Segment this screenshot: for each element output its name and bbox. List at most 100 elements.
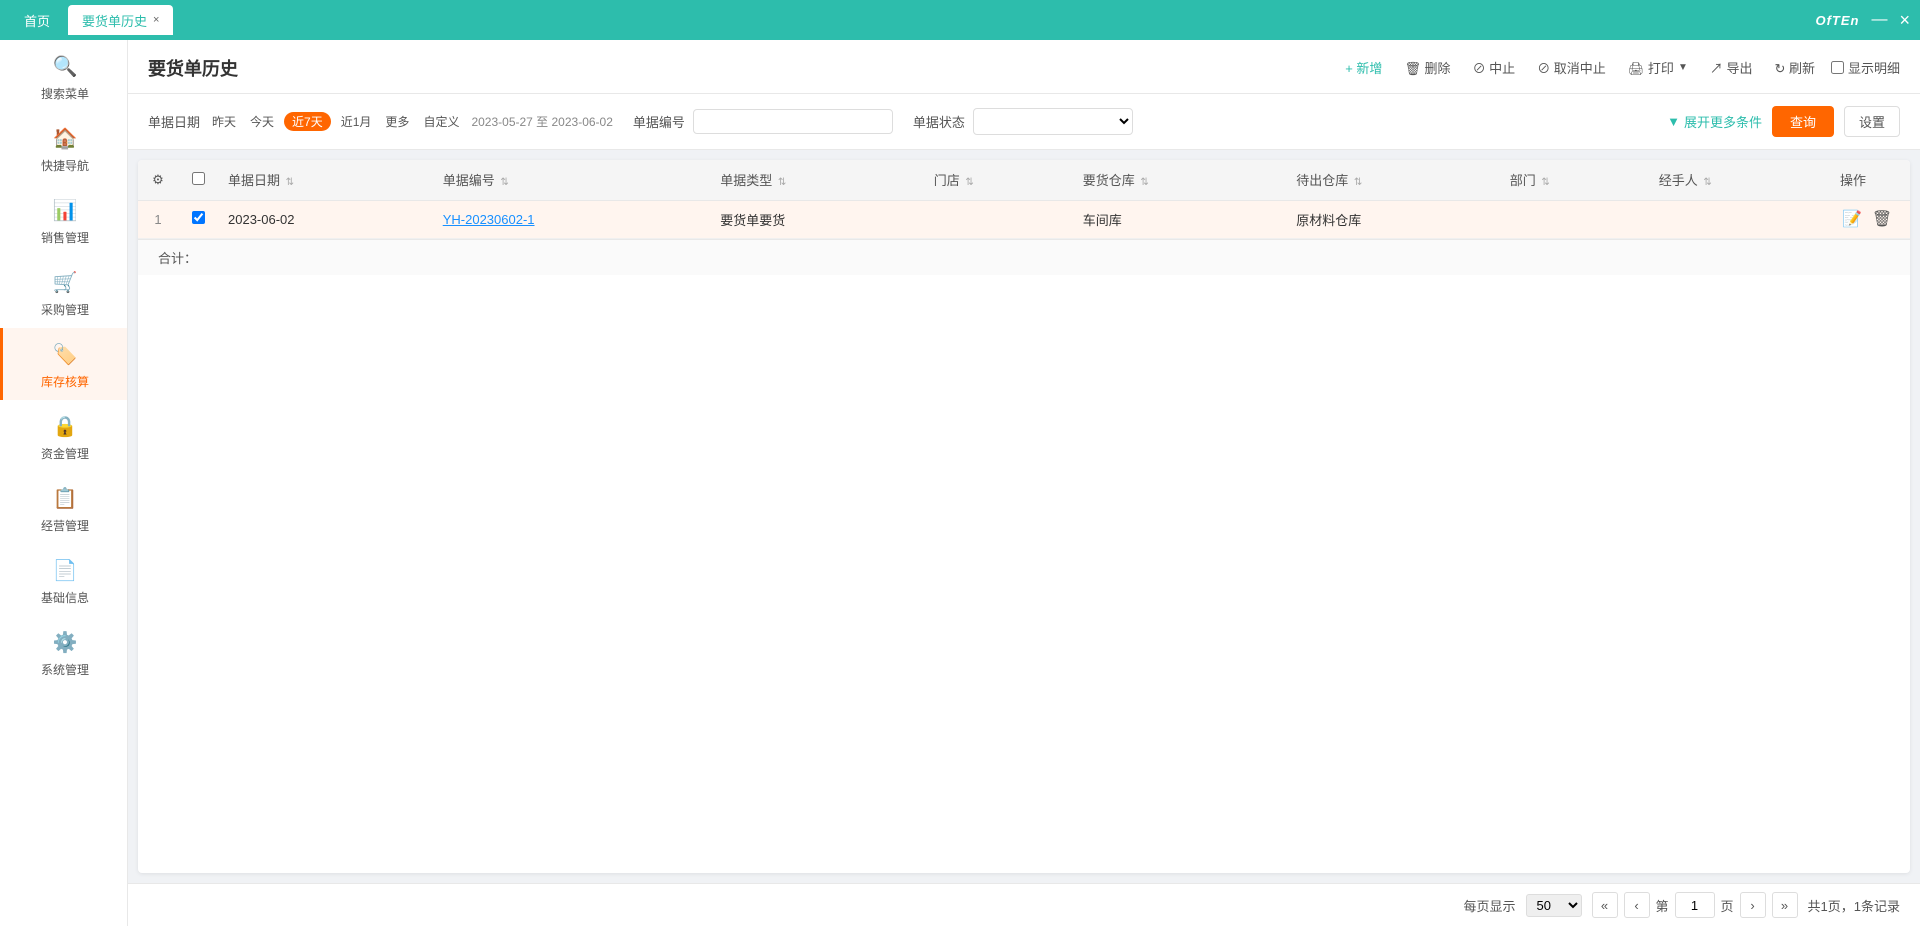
sidebar-item-inventory[interactable]: 🏷️ 库存核算 bbox=[0, 328, 127, 400]
per-page-select[interactable]: 20 50 100 bbox=[1526, 894, 1582, 917]
date-btn-7days[interactable]: 近7天 bbox=[284, 112, 331, 131]
page-label: 第 bbox=[1656, 896, 1669, 915]
filter-row: 单据日期 昨天 今天 近7天 近1月 更多 自定义 2023-05-27 至 2… bbox=[148, 106, 1900, 137]
content-area: 要货单历史 + 新增 🗑 删除 ⊘ 中止 ⊘ 取消中止 🖨 打印 ▼ ↗ 导出 … bbox=[128, 40, 1920, 926]
date-btn-custom[interactable]: 自定义 bbox=[419, 112, 463, 131]
page-nav: « ‹ 第 页 › » bbox=[1592, 892, 1798, 918]
sidebar-item-search[interactable]: 🔍 搜索菜单 bbox=[0, 40, 127, 112]
print-dropdown-icon[interactable]: ▼ bbox=[1678, 62, 1688, 73]
finance-icon: 🔒 bbox=[53, 414, 78, 439]
sidebar-item-sales[interactable]: 📊 销售管理 bbox=[0, 184, 127, 256]
prev-page-button[interactable]: ‹ bbox=[1624, 892, 1650, 918]
col-dept[interactable]: 部门 ⇅ bbox=[1500, 160, 1649, 200]
sidebar-item-quick[interactable]: 🏠 快捷导航 bbox=[0, 112, 127, 184]
row-billno[interactable]: YH-20230602-1 bbox=[433, 200, 711, 238]
first-page-button[interactable]: « bbox=[1592, 892, 1618, 918]
expand-label: 展开更多条件 bbox=[1684, 112, 1762, 131]
col-settings[interactable]: ⚙ bbox=[138, 160, 178, 200]
table-body: 1 2023-06-02 YH-20230602-1 要货单要货 车间库 原材料… bbox=[138, 200, 1910, 238]
col-date[interactable]: 单据日期 ⇅ bbox=[218, 160, 433, 200]
row-checkbox-cell bbox=[178, 200, 218, 238]
sidebar: 🔍 搜索菜单 🏠 快捷导航 📊 销售管理 🛒 采购管理 🏷️ 库存核算 🔒 资金… bbox=[0, 40, 128, 926]
next-page-button[interactable]: › bbox=[1740, 892, 1766, 918]
page-title: 要货单历史 bbox=[148, 55, 238, 81]
table-row[interactable]: 1 2023-06-02 YH-20230602-1 要货单要货 车间库 原材料… bbox=[138, 200, 1910, 238]
sidebar-item-system[interactable]: ⚙️ 系统管理 bbox=[0, 616, 127, 688]
col-req-warehouse[interactable]: 要货仓库 ⇅ bbox=[1073, 160, 1287, 200]
top-bar: 首页 要货单历史 × OfTEn — × bbox=[0, 0, 1920, 40]
query-button[interactable]: 查询 bbox=[1772, 106, 1834, 137]
tab-history[interactable]: 要货单历史 × bbox=[68, 5, 173, 35]
export-button[interactable]: ↗ 导出 bbox=[1704, 54, 1759, 81]
main-layout: 🔍 搜索菜单 🏠 快捷导航 📊 销售管理 🛒 采购管理 🏷️ 库存核算 🔒 资金… bbox=[0, 40, 1920, 926]
page-input[interactable] bbox=[1675, 892, 1715, 918]
tab-home[interactable]: 首页 bbox=[10, 5, 64, 35]
home-icon: 🏠 bbox=[53, 126, 78, 151]
date-btn-yesterday[interactable]: 昨天 bbox=[208, 112, 240, 131]
col-billno[interactable]: 单据编号 ⇅ bbox=[433, 160, 711, 200]
date-sort-icon: ⇅ bbox=[286, 177, 294, 188]
expand-filter-button[interactable]: ▼ 展开更多条件 bbox=[1667, 112, 1762, 131]
expand-icon: ▼ bbox=[1667, 114, 1680, 129]
sidebar-label-quick: 快捷导航 bbox=[41, 157, 89, 174]
delete-button[interactable]: 🗑 删除 bbox=[1398, 54, 1456, 81]
close-btn[interactable]: × bbox=[1899, 10, 1910, 31]
sidebar-label-search: 搜索菜单 bbox=[41, 85, 89, 102]
purchase-icon: 🛒 bbox=[53, 270, 78, 295]
print-button[interactable]: 🖨 打印 ▼ bbox=[1622, 54, 1694, 81]
row-date: 2023-06-02 bbox=[218, 200, 433, 238]
edit-action-button[interactable]: 📝 bbox=[1840, 207, 1864, 231]
col-handler[interactable]: 经手人 ⇅ bbox=[1649, 160, 1830, 200]
status-label: 单据状态 bbox=[913, 112, 965, 131]
delete-action-button[interactable]: 🗑 bbox=[1870, 207, 1894, 231]
billno-input[interactable] bbox=[693, 109, 893, 134]
basic-icon: 📄 bbox=[53, 558, 78, 583]
billno-sort-icon: ⇅ bbox=[500, 177, 508, 188]
row-num: 1 bbox=[138, 200, 178, 238]
date-btn-today[interactable]: 今天 bbox=[246, 112, 278, 131]
show-detail-label: 显示明细 bbox=[1848, 58, 1900, 77]
row-req-warehouse: 车间库 bbox=[1073, 200, 1287, 238]
new-button[interactable]: + 新增 bbox=[1339, 54, 1388, 81]
select-all-checkbox[interactable] bbox=[192, 172, 205, 185]
inventory-icon: 🏷️ bbox=[53, 342, 78, 367]
sidebar-label-finance: 资金管理 bbox=[41, 445, 89, 462]
per-page-label: 每页显示 bbox=[1463, 896, 1515, 915]
status-filter-group: 单据状态 bbox=[913, 108, 1133, 135]
suspend-button[interactable]: ⊘ 中止 bbox=[1467, 54, 1522, 81]
date-shortcuts: 昨天 今天 近7天 近1月 更多 自定义 bbox=[208, 112, 463, 131]
minimize-btn[interactable]: — bbox=[1871, 11, 1887, 29]
row-dept bbox=[1500, 200, 1649, 238]
date-btn-1month[interactable]: 近1月 bbox=[337, 112, 376, 131]
table-area: ⚙ 单据日期 ⇅ 单据编号 ⇅ 单据类型 ⇅ 门店 ⇅ 要货仓库 ⇅ 待出仓库 … bbox=[138, 160, 1910, 873]
sidebar-item-operation[interactable]: 📋 经营管理 bbox=[0, 472, 127, 544]
header-row: ⚙ 单据日期 ⇅ 单据编号 ⇅ 单据类型 ⇅ 门店 ⇅ 要货仓库 ⇅ 待出仓库 … bbox=[138, 160, 1910, 200]
col-store[interactable]: 门店 ⇅ bbox=[924, 160, 1073, 200]
dept-sort-icon: ⇅ bbox=[1541, 177, 1549, 188]
show-detail-button[interactable]: 显示明细 bbox=[1831, 58, 1900, 77]
cancel-suspend-button[interactable]: ⊘ 取消中止 bbox=[1531, 54, 1612, 81]
row-pending-warehouse: 原材料仓库 bbox=[1286, 200, 1500, 238]
tab-close-icon[interactable]: × bbox=[153, 14, 159, 26]
date-range-display: 2023-05-27 至 2023-06-02 bbox=[471, 113, 612, 130]
row-actions: 📝 🗑 bbox=[1830, 200, 1910, 238]
last-page-button[interactable]: » bbox=[1772, 892, 1798, 918]
col-billtype[interactable]: 单据类型 ⇅ bbox=[710, 160, 924, 200]
sidebar-item-purchase[interactable]: 🛒 采购管理 bbox=[0, 256, 127, 328]
sidebar-label-basic: 基础信息 bbox=[41, 589, 89, 606]
date-btn-more[interactable]: 更多 bbox=[381, 112, 413, 131]
date-filter-group: 单据日期 昨天 今天 近7天 近1月 更多 自定义 2023-05-27 至 2… bbox=[148, 112, 613, 131]
handler-sort-icon: ⇅ bbox=[1703, 177, 1711, 188]
row-checkbox[interactable] bbox=[192, 211, 205, 224]
col-pending-warehouse[interactable]: 待出仓库 ⇅ bbox=[1286, 160, 1500, 200]
sidebar-item-finance[interactable]: 🔒 资金管理 bbox=[0, 400, 127, 472]
sidebar-label-system: 系统管理 bbox=[41, 661, 89, 678]
status-select[interactable] bbox=[973, 108, 1133, 135]
tab-history-label: 要货单历史 bbox=[82, 11, 147, 30]
sidebar-item-basic[interactable]: 📄 基础信息 bbox=[0, 544, 127, 616]
refresh-button[interactable]: ↻ 刷新 bbox=[1768, 54, 1821, 81]
settings-button[interactable]: 设置 bbox=[1844, 106, 1900, 137]
pending-warehouse-sort-icon: ⇅ bbox=[1354, 177, 1362, 188]
show-detail-checkbox[interactable] bbox=[1831, 61, 1844, 74]
date-filter-label: 单据日期 bbox=[148, 112, 200, 131]
